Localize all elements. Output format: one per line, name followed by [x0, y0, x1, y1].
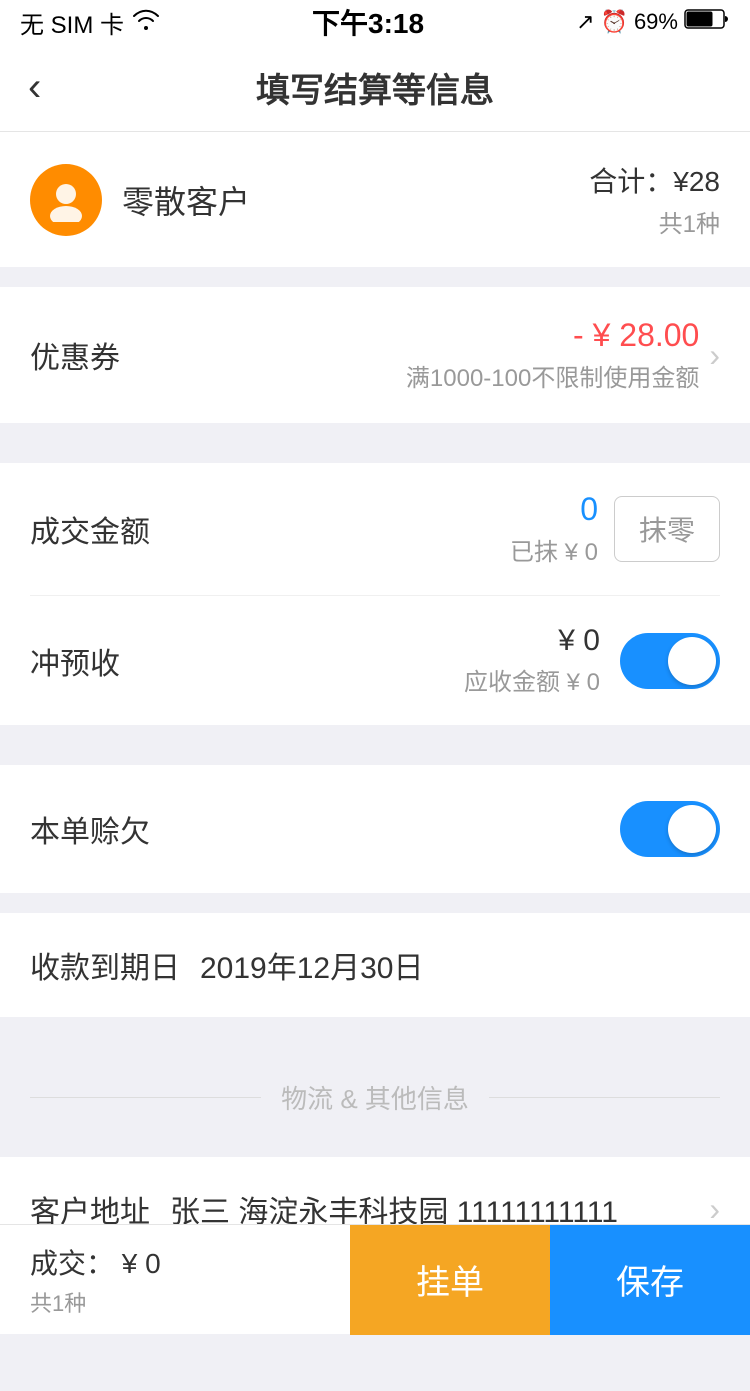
deal-amount-value: 0	[510, 491, 598, 528]
debt-section: 本单赊欠	[0, 765, 750, 893]
section-divider-2	[0, 725, 750, 745]
section-divider-4	[0, 1137, 750, 1157]
back-button[interactable]: ‹	[28, 65, 41, 110]
address-chevron-right-icon: ›	[709, 1191, 720, 1228]
section-divider-3	[0, 1037, 750, 1057]
bottom-count: 共1种	[30, 1286, 320, 1318]
location-icon: ↗	[576, 9, 594, 35]
coupon-chevron-right-icon: ›	[709, 337, 720, 374]
wifi-icon	[132, 8, 160, 37]
page-title: 填写结算等信息	[256, 63, 494, 112]
sim-label: 无 SIM 卡	[20, 5, 124, 40]
debt-row: 本单赊欠	[30, 765, 720, 893]
due-date-label: 收款到期日	[30, 943, 180, 987]
prepaid-sub: 应收金额 ¥ 0	[464, 662, 600, 697]
status-left: 无 SIM 卡	[20, 5, 160, 40]
prepaid-right: ¥ 0 应收金额 ¥ 0	[464, 624, 720, 697]
customer-left: 零散客户	[30, 164, 250, 236]
due-date-value: 2019年12月30日	[200, 943, 423, 987]
debt-label: 本单赊欠	[30, 807, 150, 851]
deal-right: 0 已抹 ¥ 0 抹零	[510, 491, 720, 567]
battery-level: 69%	[634, 9, 678, 35]
logistics-title: 物流 & 其他信息	[281, 1084, 469, 1114]
deal-amount-row: 成交金额 0 已抹 ¥ 0 抹零	[30, 463, 720, 596]
battery-icon	[684, 8, 730, 36]
bottom-bar: 成交： ¥ 0 共1种 挂单 保存	[0, 1224, 750, 1334]
logistics-header: 物流 & 其他信息	[0, 1057, 750, 1137]
coupon-right: - ¥ 28.00 满1000-100不限制使用金额 ›	[406, 317, 720, 393]
save-button[interactable]: 保存	[550, 1225, 750, 1335]
prepaid-amount: ¥ 0	[464, 624, 600, 658]
prepaid-row: 冲预收 ¥ 0 应收金额 ¥ 0	[30, 596, 720, 725]
coupon-amount: - ¥ 28.00	[406, 317, 699, 354]
coupon-section[interactable]: 优惠券 - ¥ 28.00 满1000-100不限制使用金额 ›	[0, 287, 750, 423]
prepaid-label: 冲预收	[30, 639, 120, 683]
bottom-summary: 成交： ¥ 0 共1种	[0, 1242, 350, 1318]
status-time: 下午3:18	[312, 2, 424, 42]
nav-bar: ‹ 填写结算等信息	[0, 44, 750, 132]
customer-total: 合计：¥28	[589, 160, 720, 200]
due-date-section: 收款到期日 2019年12月30日	[0, 913, 750, 1017]
coupon-info: - ¥ 28.00 满1000-100不限制使用金额	[406, 317, 699, 393]
logistics-text-wrap: 物流 & 其他信息	[261, 1079, 489, 1116]
section-divider	[0, 443, 750, 463]
deal-value-area: 0 已抹 ¥ 0	[510, 491, 598, 567]
hang-button[interactable]: 挂单	[350, 1225, 550, 1335]
debt-toggle[interactable]	[620, 801, 720, 857]
customer-count: 共1种	[589, 204, 720, 239]
customer-section: 零散客户 合计：¥28 共1种	[0, 132, 750, 267]
debt-toggle-circle	[668, 805, 716, 853]
main-content: 零散客户 合计：¥28 共1种 优惠券 - ¥ 28.00 满1000-100不…	[0, 132, 750, 1391]
round-off-button[interactable]: 抹零	[614, 496, 720, 562]
prepaid-toggle[interactable]	[620, 633, 720, 689]
status-right: ↗ ⏰ 69%	[576, 8, 730, 36]
bottom-deal-label: 成交：	[30, 1248, 114, 1279]
deal-amount-sub: 已抹 ¥ 0	[510, 532, 598, 567]
deal-section: 成交金额 0 已抹 ¥ 0 抹零 冲预收 ¥ 0 应收金额 ¥ 0	[0, 463, 750, 725]
status-bar: 无 SIM 卡 下午3:18 ↗ ⏰ 69%	[0, 0, 750, 44]
prepaid-info: ¥ 0 应收金额 ¥ 0	[464, 624, 600, 697]
customer-avatar	[30, 164, 102, 236]
deal-amount-label: 成交金额	[30, 507, 150, 551]
coupon-desc: 满1000-100不限制使用金额	[406, 358, 699, 393]
toggle-circle	[668, 637, 716, 685]
customer-name: 零散客户	[122, 177, 250, 223]
bottom-deal-value: ¥ 0	[122, 1248, 161, 1279]
customer-right: 合计：¥28 共1种	[589, 160, 720, 239]
alarm-icon: ⏰	[601, 9, 628, 35]
coupon-label: 优惠券	[30, 333, 120, 377]
bottom-deal: 成交： ¥ 0	[30, 1242, 320, 1282]
